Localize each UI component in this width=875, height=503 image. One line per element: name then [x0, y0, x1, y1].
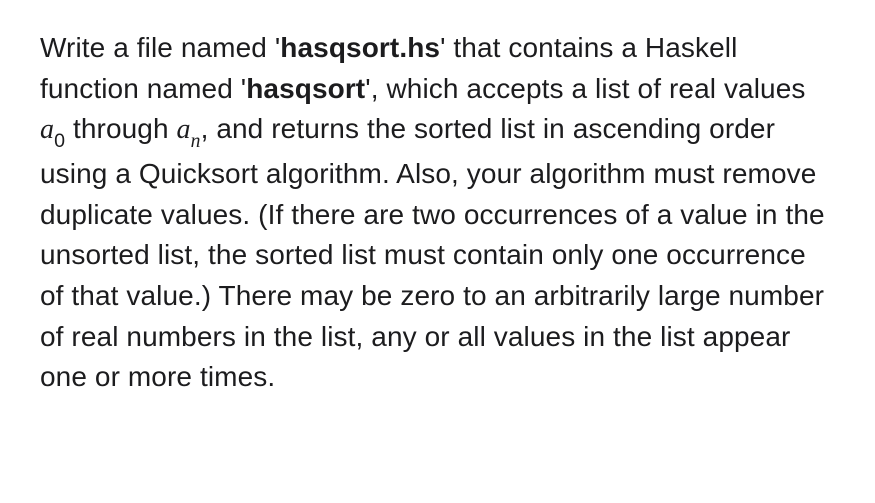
math-variable-a: a [177, 114, 191, 145]
text-segment: Write a file named ' [40, 32, 280, 63]
text-segment: through [65, 113, 176, 144]
text-segment: and returns the sorted list in ascending… [40, 113, 825, 392]
problem-statement: Write a file named 'hasqsort.hs' that co… [40, 28, 835, 398]
math-variable-a: a [40, 114, 54, 145]
filename-bold: hasqsort.hs [280, 32, 440, 63]
text-segment: ', which accepts a list of real values [365, 73, 805, 104]
function-name-bold: hasqsort [246, 73, 365, 104]
math-subscript-zero: 0 [54, 130, 65, 152]
math-subscript-n: n [191, 131, 201, 152]
